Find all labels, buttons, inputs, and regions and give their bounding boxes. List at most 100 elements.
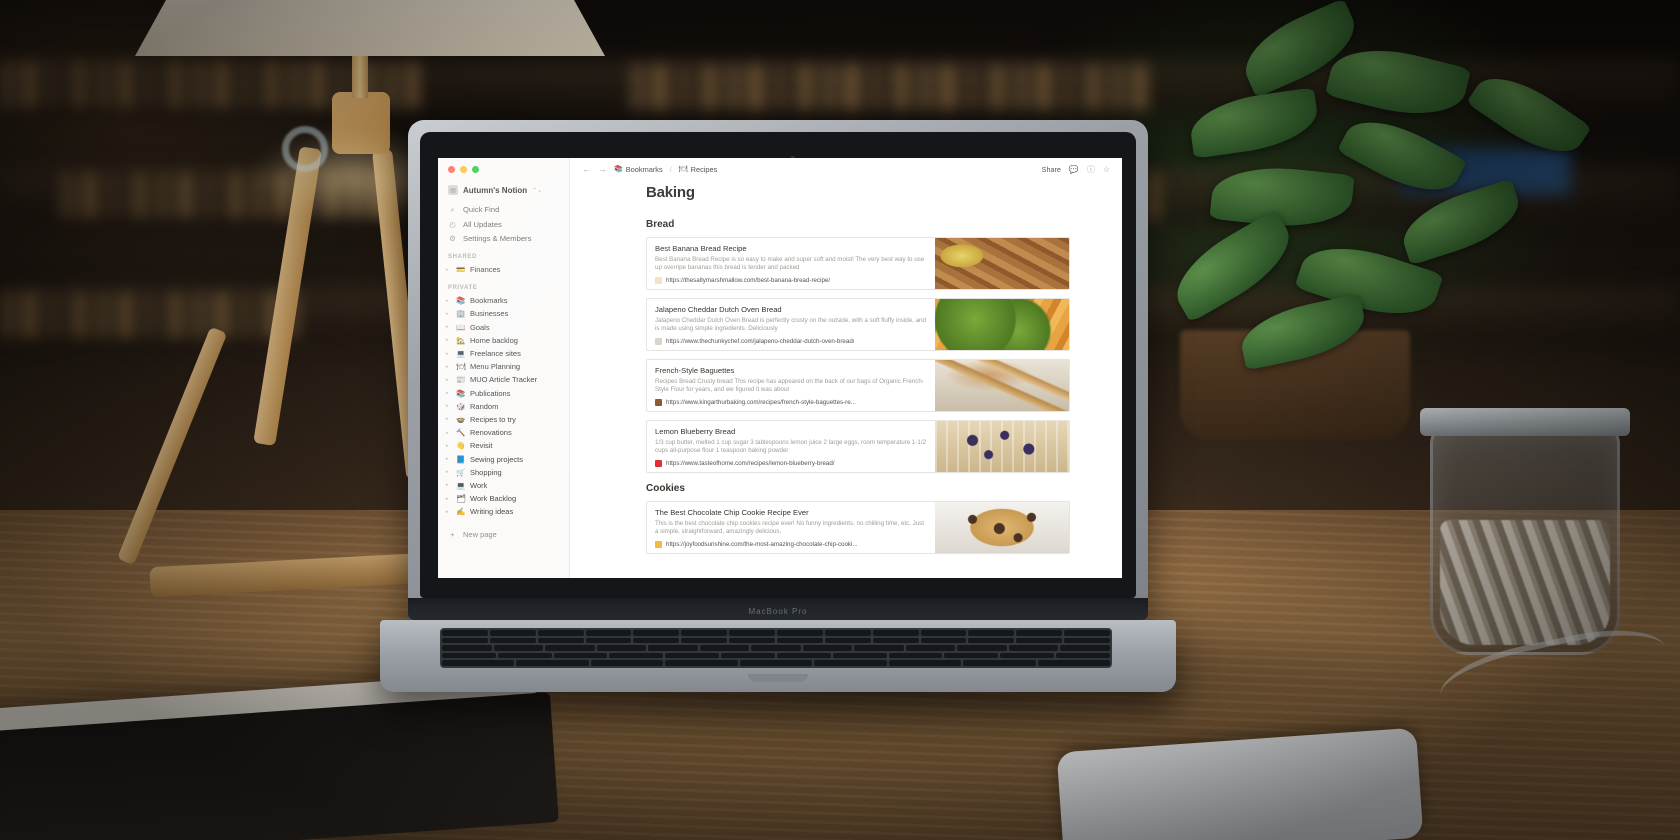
keyboard-key[interactable] bbox=[729, 630, 775, 636]
keyboard-key[interactable] bbox=[824, 630, 871, 636]
bookmark-url-row[interactable]: https://thesaltymarshmallow.com/best-ban… bbox=[655, 277, 927, 284]
keyboard-key[interactable] bbox=[776, 637, 823, 644]
sidebar-page-item[interactable]: ▸ 🏢 Businesses bbox=[438, 307, 569, 320]
maximize-icon[interactable] bbox=[472, 166, 479, 173]
keyboard-key[interactable] bbox=[888, 660, 962, 666]
keyboard-key[interactable] bbox=[721, 652, 775, 659]
keyboard-key[interactable] bbox=[872, 630, 919, 636]
sidebar-page-item[interactable]: ▸ 📰 MUO Article Tracker bbox=[438, 373, 569, 386]
keyboard-key[interactable] bbox=[665, 652, 720, 659]
chevron-right-icon[interactable]: ▸ bbox=[446, 351, 452, 357]
keyboard-key[interactable] bbox=[920, 630, 967, 636]
keyboard-key[interactable] bbox=[648, 645, 698, 651]
trackpad-notch[interactable] bbox=[748, 674, 808, 682]
chevron-right-icon[interactable]: ▸ bbox=[446, 324, 452, 330]
sidebar-page-item[interactable]: ▸ 🛒 Shopping bbox=[438, 466, 569, 479]
chevron-right-icon[interactable]: ▸ bbox=[446, 509, 452, 515]
chevron-right-icon[interactable]: ▸ bbox=[446, 496, 452, 502]
keyboard-key[interactable] bbox=[590, 660, 664, 666]
sidebar-page-item[interactable]: ▸ 📘 Sewing projects bbox=[438, 452, 569, 465]
chevron-right-icon[interactable]: ▸ bbox=[446, 337, 452, 343]
keyboard-key[interactable] bbox=[776, 652, 831, 659]
sidebar-page-item[interactable]: ▸ 🍲 Recipes to try bbox=[438, 413, 569, 426]
bookmark-url-row[interactable]: https://joyfoodsunshine.com/the-most-ama… bbox=[655, 541, 927, 548]
keyboard-key[interactable] bbox=[493, 645, 544, 651]
keyboard-key[interactable] bbox=[1008, 645, 1059, 651]
sidebar-page-item[interactable]: ▸ 👋 Revisit bbox=[438, 439, 569, 452]
keyboard-key[interactable] bbox=[442, 652, 496, 659]
keyboard-key[interactable] bbox=[1016, 637, 1063, 644]
keyboard-key[interactable] bbox=[944, 652, 999, 659]
keyboard-key[interactable] bbox=[609, 652, 664, 659]
sidebar-page-item[interactable]: ▸ 📖 Goals bbox=[438, 321, 569, 334]
keyboard-key[interactable] bbox=[1064, 630, 1110, 636]
chevron-right-icon[interactable]: ▸ bbox=[446, 430, 452, 436]
bookmark-card[interactable]: Lemon Blueberry Bread 1/3 cup butter, mel… bbox=[646, 420, 1070, 473]
close-icon[interactable] bbox=[448, 166, 455, 173]
chevron-right-icon[interactable]: ▸ bbox=[446, 267, 452, 273]
keyboard-key[interactable] bbox=[729, 637, 775, 644]
chevron-right-icon[interactable]: ▸ bbox=[446, 403, 452, 409]
keyboard-key[interactable] bbox=[516, 660, 589, 666]
workspace-switcher[interactable]: ▤ Autumn's Notion ⌃⌄ bbox=[438, 183, 569, 202]
sidebar-page-item[interactable]: ▸ 💻 Freelance sites bbox=[438, 347, 569, 360]
sidebar-page-item[interactable]: ▸ 💻 Work bbox=[438, 479, 569, 492]
keyboard-key[interactable] bbox=[699, 645, 750, 651]
updates-icon[interactable]: ⓘ bbox=[1087, 164, 1095, 175]
back-icon[interactable]: ← bbox=[582, 164, 591, 174]
keyboard-key[interactable] bbox=[665, 660, 738, 666]
sidebar-page-item[interactable]: ▸ 🔨 Renovations bbox=[438, 426, 569, 439]
keyboard-key[interactable] bbox=[814, 660, 887, 666]
sidebar-page-item[interactable]: ▸ 🎲 Random bbox=[438, 400, 569, 413]
keyboard-key[interactable] bbox=[905, 645, 956, 651]
bookmark-url-row[interactable]: https://www.thechunkychef.com/jalapeno-c… bbox=[655, 338, 927, 345]
chevron-right-icon[interactable]: ▸ bbox=[446, 390, 452, 396]
keyboard-key[interactable] bbox=[681, 637, 728, 644]
keyboard-key[interactable] bbox=[553, 652, 608, 659]
keyboard-key[interactable] bbox=[832, 652, 887, 659]
keyboard-key[interactable] bbox=[1037, 660, 1110, 666]
bookmark-url-row[interactable]: https://www.tasteofhome.com/recipes/lemo… bbox=[655, 460, 927, 467]
keyboard[interactable] bbox=[440, 628, 1112, 668]
sidebar-item-all-updates[interactable]: ◴ All Updates bbox=[438, 217, 569, 231]
keyboard-key[interactable] bbox=[1060, 645, 1110, 651]
chevron-right-icon[interactable]: ▸ bbox=[446, 443, 452, 449]
keyboard-key[interactable] bbox=[1064, 637, 1110, 644]
keyboard-key[interactable] bbox=[596, 645, 647, 651]
sidebar-page-item[interactable]: ▸ 📚 Bookmarks bbox=[438, 294, 569, 307]
sidebar-page-item[interactable]: ▸ 🗂 Work Backlog bbox=[438, 492, 569, 505]
favorite-star-icon[interactable]: ☆ bbox=[1103, 165, 1110, 174]
keyboard-key[interactable] bbox=[442, 660, 515, 666]
chevron-right-icon[interactable]: ▸ bbox=[446, 298, 452, 304]
keyboard-key[interactable] bbox=[442, 630, 488, 636]
keyboard-key[interactable] bbox=[1000, 652, 1055, 659]
keyboard-key[interactable] bbox=[585, 637, 632, 644]
keyboard-key[interactable] bbox=[968, 637, 1015, 644]
keyboard-key[interactable] bbox=[681, 630, 728, 636]
keyboard-key[interactable] bbox=[1016, 630, 1063, 636]
bookmark-card[interactable]: Best Banana Bread Recipe Best Banana Brea… bbox=[646, 237, 1070, 290]
keyboard-key[interactable] bbox=[489, 637, 536, 644]
window-traffic-lights[interactable] bbox=[438, 166, 569, 183]
keyboard-key[interactable] bbox=[751, 645, 801, 651]
keyboard-key[interactable] bbox=[537, 630, 584, 636]
keyboard-key[interactable] bbox=[545, 645, 595, 651]
chevron-right-icon[interactable]: ▸ bbox=[446, 416, 452, 422]
keyboard-key[interactable] bbox=[957, 645, 1007, 651]
chevron-right-icon[interactable]: ▸ bbox=[446, 469, 452, 475]
share-button[interactable]: Share bbox=[1042, 165, 1061, 174]
new-page-button[interactable]: + New page bbox=[438, 524, 569, 545]
keyboard-key[interactable] bbox=[633, 637, 680, 644]
sidebar-page-item[interactable]: ▸ 💳 Finances bbox=[438, 263, 569, 276]
keyboard-key[interactable] bbox=[968, 630, 1015, 636]
keyboard-key[interactable] bbox=[489, 630, 536, 636]
sidebar-item-quick-find[interactable]: ⌕ Quick Find bbox=[438, 202, 569, 217]
keyboard-key[interactable] bbox=[888, 652, 943, 659]
bookmark-card[interactable]: French-Style Baguettes Recipes Bread Crus… bbox=[646, 359, 1070, 412]
keyboard-key[interactable] bbox=[497, 652, 552, 659]
bookmark-card[interactable]: The Best Chocolate Chip Cookie Recipe Ev… bbox=[646, 501, 1070, 554]
sidebar-item-settings-members[interactable]: ⚙ Settings & Members bbox=[438, 231, 569, 245]
keyboard-key[interactable] bbox=[537, 637, 584, 644]
breadcrumb-item-bookmarks[interactable]: 📚 Bookmarks bbox=[614, 165, 663, 174]
keyboard-key[interactable] bbox=[963, 660, 1036, 666]
